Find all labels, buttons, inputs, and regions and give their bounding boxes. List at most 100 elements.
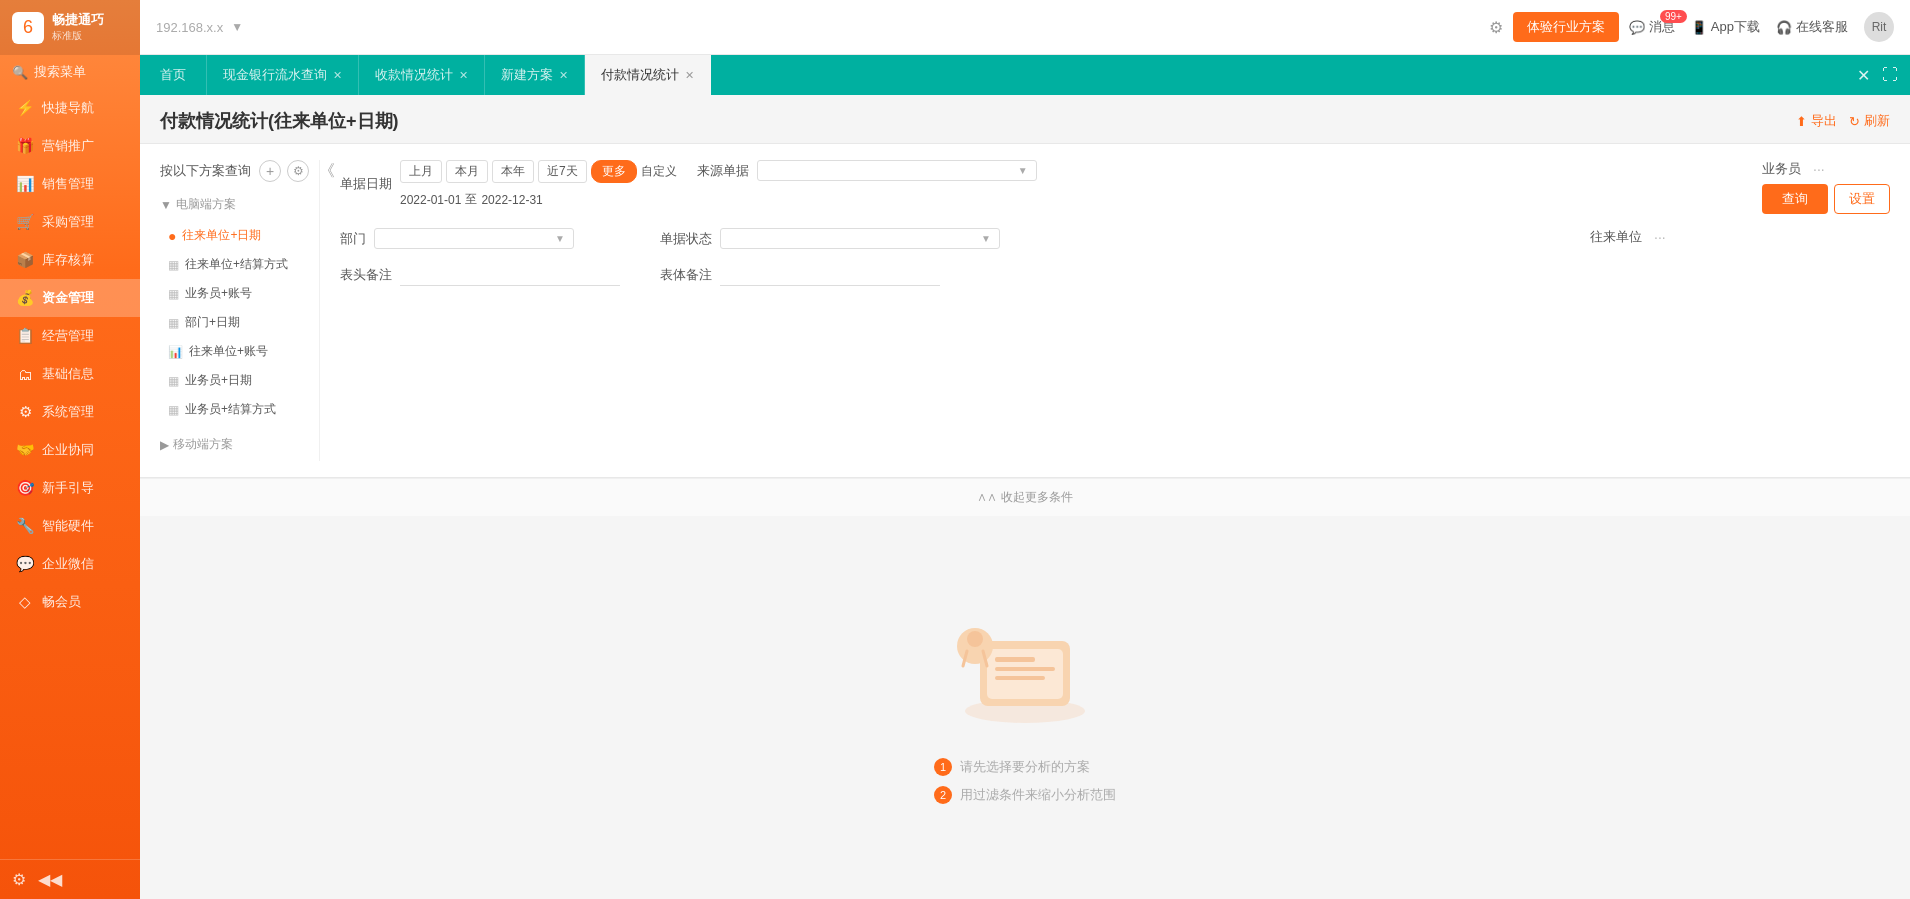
app-download-button[interactable]: 📱 App下载 (1691, 18, 1760, 36)
refresh-button[interactable]: ↻ 刷新 (1849, 112, 1890, 130)
settings-bottom-icon[interactable]: ⚙ (12, 870, 26, 889)
sidebar-item-purchase[interactable]: 🛒 采购管理 (0, 203, 140, 241)
system-icon: ⚙ (16, 403, 34, 421)
try-industry-button[interactable]: 体验行业方案 (1513, 12, 1619, 42)
sidebar-item-quick-nav[interactable]: ⚡ 快捷导航 (0, 89, 140, 127)
date-curr-year-btn[interactable]: 本年 (492, 160, 534, 183)
department-field: 部门 ▼ (340, 228, 640, 249)
filter-row-2: 部门 ▼ 单据状态 ▼ (340, 228, 1890, 249)
scheme-salesman-account[interactable]: ▦ 业务员+账号 (160, 279, 307, 308)
tab-close-receipt[interactable]: ✕ (459, 69, 468, 82)
filter-panel: 按以下方案查询 + ⚙ 《 ▼ 电脑端方案 ● 往来单位+日期 (140, 144, 1910, 478)
topbar-address: 192.168.x.x ▼ (156, 20, 1479, 35)
online-service-button[interactable]: 🎧 在线客服 (1776, 18, 1848, 36)
scheme-chart-icon: 📊 (168, 345, 183, 359)
date-curr-month-btn[interactable]: 本月 (446, 160, 488, 183)
sidebar-item-system[interactable]: ⚙ 系统管理 (0, 393, 140, 431)
date-last-7days-btn[interactable]: 近7天 (538, 160, 587, 183)
scheme-salesman-date[interactable]: ▦ 业务员+日期 (160, 366, 307, 395)
scheme-partner-account[interactable]: 📊 往来单位+账号 (160, 337, 307, 366)
topbar-settings-icon[interactable]: ⚙ (1489, 18, 1503, 37)
empty-illustration (945, 611, 1105, 734)
export-button[interactable]: ⬆ 导出 (1796, 112, 1837, 130)
sidebar-item-basic[interactable]: 🗂 基础信息 (0, 355, 140, 393)
empty-state: 1 请先选择要分析的方案 2 用过滤条件来缩小分析范围 (140, 516, 1910, 899)
inventory-icon: 📦 (16, 251, 34, 269)
pc-scheme-group[interactable]: ▼ 电脑端方案 (160, 196, 307, 213)
scheme-dept-date[interactable]: ▦ 部门+日期 (160, 308, 307, 337)
sidebar-item-wechat[interactable]: 💬 企业微信 (0, 545, 140, 583)
scheme-salesman-payment[interactable]: ▦ 业务员+结算方式 (160, 395, 307, 424)
message-icon: 💬 (1629, 20, 1645, 35)
scheme-partner-payment[interactable]: ▦ 往来单位+结算方式 (160, 250, 307, 279)
sidebar-item-sales[interactable]: 📊 销售管理 (0, 165, 140, 203)
topbar-right: 💬 消息 99+ 📱 App下载 🎧 在线客服 Rit (1629, 12, 1894, 42)
mobile-scheme-group: ▶ 移动端方案 (160, 436, 307, 453)
sidebar-item-cooperation[interactable]: 🤝 企业协同 (0, 431, 140, 469)
sidebar-item-operation[interactable]: 📋 经营管理 (0, 317, 140, 355)
sidebar-nav: ⚡ 快捷导航 🎁 营销推广 📊 销售管理 🛒 采购管理 📦 库存核算 💰 资金管… (0, 89, 140, 859)
user-avatar[interactable]: Rit (1864, 12, 1894, 42)
scheme-table-icon2: ▦ (168, 287, 179, 301)
basic-icon: 🗂 (16, 365, 34, 383)
sidebar-item-guide[interactable]: 🎯 新手引导 (0, 469, 140, 507)
date-prev-month-btn[interactable]: 上月 (400, 160, 442, 183)
sales-icon: 📊 (16, 175, 34, 193)
refresh-icon: ↻ (1849, 114, 1860, 129)
body-note-input[interactable] (720, 263, 940, 286)
filter-collapse-button[interactable]: 《 (319, 161, 335, 182)
sidebar-item-capital[interactable]: 💰 资金管理 (0, 279, 140, 317)
main-area: 192.168.x.x ▼ ⚙ 体验行业方案 💬 消息 99+ 📱 App下载 … (140, 0, 1910, 899)
scheme-table-icon4: ▦ (168, 374, 179, 388)
date-more-btn[interactable]: 更多 (591, 160, 637, 183)
filter-setting-button[interactable]: ⚙ (287, 160, 309, 182)
pc-scheme-arrow-icon: ▼ (160, 198, 172, 212)
empty-hint-2: 2 用过滤条件来缩小分析范围 (934, 786, 1116, 804)
date-custom-btn[interactable]: 自定义 (641, 163, 677, 180)
topbar: 192.168.x.x ▼ ⚙ 体验行业方案 💬 消息 99+ 📱 App下载 … (140, 0, 1910, 55)
sidebar-item-marketing[interactable]: 🎁 营销推广 (0, 127, 140, 165)
export-icon: ⬆ (1796, 114, 1807, 129)
department-select[interactable]: ▼ (374, 228, 574, 249)
logo-icon: 6 (12, 12, 44, 44)
search-menu[interactable]: 🔍 搜索菜单 (0, 55, 140, 89)
close-all-tabs-icon[interactable]: ✕ (1857, 66, 1870, 85)
sidebar-item-member[interactable]: ◇ 畅会员 (0, 583, 140, 621)
tab-close-payment[interactable]: ✕ (685, 69, 694, 82)
header-note-input[interactable] (400, 263, 620, 286)
tab-new-scheme[interactable]: 新建方案 ✕ (485, 55, 585, 95)
svg-rect-3 (995, 657, 1035, 662)
collapse-more-bar[interactable]: ∧∧ 收起更多条件 (140, 478, 1910, 516)
scheme-partner-date[interactable]: ● 往来单位+日期 (160, 221, 307, 250)
partner-select-dots[interactable]: ··· (1654, 229, 1666, 245)
tab-close-new-scheme[interactable]: ✕ (559, 69, 568, 82)
collapse-sidebar-icon[interactable]: ◀◀ (38, 870, 62, 889)
tab-bank[interactable]: 现金银行流水查询 ✕ (207, 55, 359, 95)
sidebar-item-inventory[interactable]: 📦 库存核算 (0, 241, 140, 279)
search-icon: 🔍 (12, 65, 28, 80)
operation-icon: 📋 (16, 327, 34, 345)
tabbar: 首页 现金银行流水查询 ✕ 收款情况统计 ✕ 新建方案 ✕ 付款情况统计 ✕ ✕… (140, 55, 1910, 95)
tab-home[interactable]: 首页 (140, 55, 207, 95)
mobile-scheme-title[interactable]: ▶ 移动端方案 (160, 436, 307, 453)
collapse-icon: ∧∧ (977, 490, 997, 504)
source-voucher-select[interactable]: ▼ (757, 160, 1037, 181)
cooperation-icon: 🤝 (16, 441, 34, 459)
tab-payment[interactable]: 付款情况统计 ✕ (585, 55, 711, 95)
sidebar-item-hardware[interactable]: 🔧 智能硬件 (0, 507, 140, 545)
message-button[interactable]: 💬 消息 99+ (1629, 18, 1675, 36)
tab-receipt[interactable]: 收款情况统计 ✕ (359, 55, 485, 95)
header-note-field: 表头备注 (340, 263, 640, 286)
hardware-icon: 🔧 (16, 517, 34, 535)
voucher-status-select[interactable]: ▼ (720, 228, 1000, 249)
content-area: 付款情况统计(往来单位+日期) ⬆ 导出 ↻ 刷新 按以下方案查询 (140, 95, 1910, 899)
marketing-icon: 🎁 (16, 137, 34, 155)
query-button[interactable]: 查询 (1762, 184, 1828, 214)
maximize-icon[interactable]: ⛶ (1882, 66, 1898, 84)
capital-icon: 💰 (16, 289, 34, 307)
filter-setting-small-button[interactable]: 设置 (1834, 184, 1890, 214)
filter-add-button[interactable]: + (259, 160, 281, 182)
scheme-table-icon3: ▦ (168, 316, 179, 330)
salesman-select-dots[interactable]: ··· (1813, 161, 1825, 177)
tab-close-bank[interactable]: ✕ (333, 69, 342, 82)
